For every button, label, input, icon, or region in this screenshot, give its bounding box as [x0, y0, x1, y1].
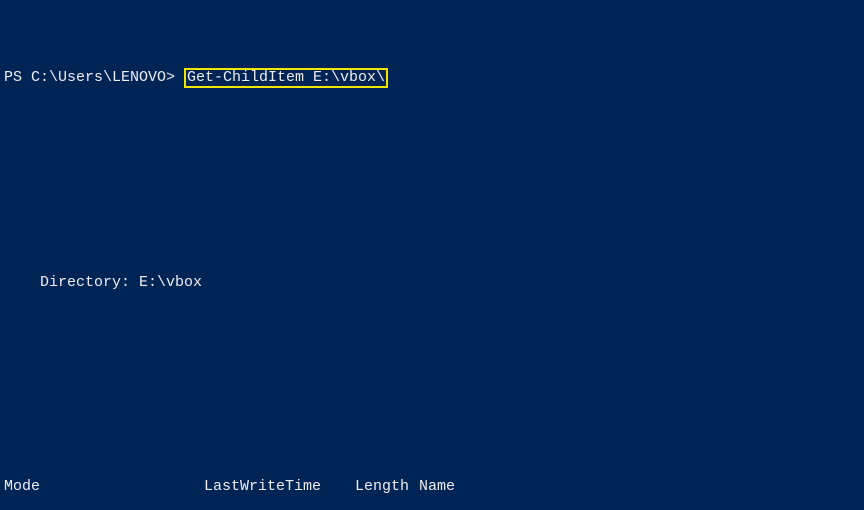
command-line-1: PS C:\Users\LENOVO> Get-ChildItem E:\vbo…	[4, 68, 860, 88]
prompt-prefix: PS C:\Users\LENOVO>	[4, 69, 184, 86]
powershell-terminal[interactable]: PS C:\Users\LENOVO> Get-ChildItem E:\vbo…	[0, 0, 864, 510]
col-lwt: LastWriteTime	[204, 478, 284, 497]
col-length: Length	[284, 478, 409, 497]
command-highlight: Get-ChildItem E:\vbox\	[184, 68, 388, 88]
directory-line: Directory: E:\vbox	[4, 274, 860, 293]
col-mode: Mode	[4, 478, 124, 497]
table-header: Mode LastWriteTime Length Name	[4, 478, 860, 497]
col-name: Name	[409, 478, 455, 497]
